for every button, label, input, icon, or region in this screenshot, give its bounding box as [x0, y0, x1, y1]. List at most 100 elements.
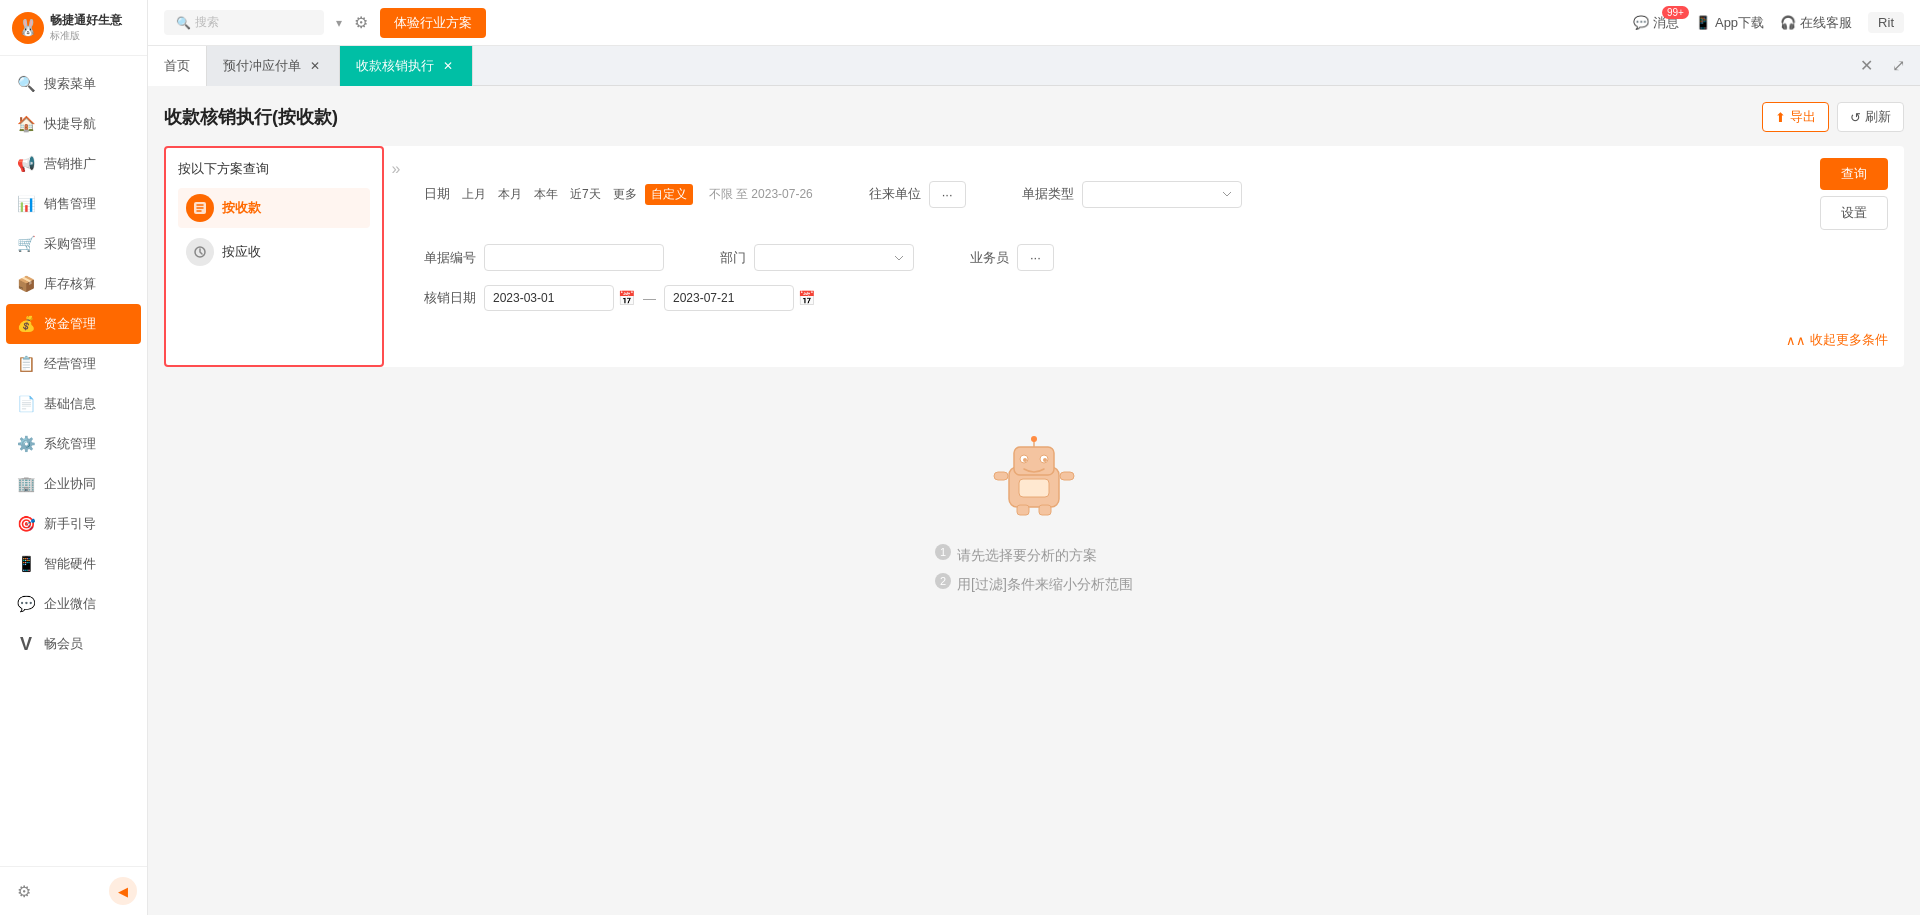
sidebar-item-guide[interactable]: 🎯 新手引导	[0, 504, 147, 544]
sidebar-item-finance[interactable]: 💰 资金管理	[6, 304, 141, 344]
marketing-icon: 📢	[16, 154, 36, 174]
tab-receipt-verify[interactable]: 收款核销执行 ✕	[340, 46, 473, 86]
empty-tip-2: 2 用[过滤]条件来缩小分析范围	[935, 572, 1133, 597]
filter-scheme-panel: 按以下方案查询 按收款 按应收	[164, 146, 384, 367]
collapse-more-icon: ∧∧	[1786, 333, 1806, 348]
partner-filter-field: 往来单位 ···	[869, 181, 966, 208]
settings-bottom-icon[interactable]: ⚙	[10, 877, 38, 905]
verify-date-start-group: 📅	[484, 285, 635, 311]
topbar-user-info[interactable]: Rit	[1868, 12, 1904, 33]
verify-date-end-input[interactable]	[664, 285, 794, 311]
sidebar-item-vip[interactable]: V 畅会员	[0, 624, 147, 664]
topbar-dropdown-arrow[interactable]: ▾	[336, 16, 342, 30]
search-icon: 🔍	[176, 16, 191, 30]
svg-rect-12	[1019, 479, 1049, 497]
partner-select-btn[interactable]: ···	[929, 181, 966, 208]
topbar-gear-icon[interactable]: ⚙	[354, 13, 368, 32]
search-icon: 🔍	[16, 74, 36, 94]
receipt-option-label: 按收款	[222, 199, 261, 217]
receivable-option-label: 按应收	[222, 243, 261, 261]
svg-rect-11	[1060, 472, 1074, 480]
date-last-month-btn[interactable]: 上月	[458, 184, 490, 205]
filter-collapse-button[interactable]: »	[384, 146, 408, 367]
svg-rect-10	[994, 472, 1008, 480]
sidebar-item-wechat[interactable]: 💬 企业微信	[0, 584, 147, 624]
order-type-select[interactable]	[1082, 181, 1242, 208]
date-7days-btn[interactable]: 近7天	[566, 184, 605, 205]
sidebar-item-smart-hw[interactable]: 📱 智能硬件	[0, 544, 147, 584]
step-1-num: 1	[935, 544, 951, 560]
sidebar-logo: 🐰 畅捷通好生意 标准版	[0, 0, 147, 56]
svg-rect-13	[1017, 505, 1029, 515]
close-tab-button[interactable]: ✕	[1852, 52, 1880, 80]
vip-icon: V	[16, 634, 36, 654]
inventory-icon: 📦	[16, 274, 36, 294]
sidebar-collapse-button[interactable]: ◀	[109, 877, 137, 905]
tabs-bar: 首页 预付冲应付单 ✕ 收款核销执行 ✕ ✕ ⤢	[148, 46, 1920, 86]
page-title: 收款核销执行(按收款)	[164, 105, 338, 129]
sidebar-item-quick-nav[interactable]: 🏠 快捷导航	[0, 104, 147, 144]
date-custom-btn[interactable]: 自定义	[645, 184, 693, 205]
order-type-label: 单据类型	[1022, 185, 1074, 203]
basic-info-icon: 📄	[16, 394, 36, 414]
tab-prepay[interactable]: 预付冲应付单 ✕	[207, 46, 340, 86]
staff-label: 业务员	[970, 249, 1009, 267]
sidebar: 🐰 畅捷通好生意 标准版 🔍 搜索菜单 🏠 快捷导航 📢 营销推广 📊 销售管理…	[0, 0, 148, 915]
staff-select-btn[interactable]: ···	[1017, 244, 1054, 271]
settings-button[interactable]: 设置	[1820, 196, 1888, 230]
topbar-message-button[interactable]: 💬 消息 99+	[1633, 14, 1679, 32]
topbar-search-box[interactable]: 🔍 搜索	[164, 10, 324, 35]
tab-receipt-verify-close[interactable]: ✕	[440, 58, 456, 74]
topbar-online-service[interactable]: 🎧 在线客服	[1780, 14, 1852, 32]
wechat-icon: 💬	[16, 594, 36, 614]
export-button[interactable]: ⬆ 导出	[1762, 102, 1829, 132]
query-button[interactable]: 查询	[1820, 158, 1888, 190]
date-this-year-btn[interactable]: 本年	[530, 184, 562, 205]
sidebar-item-sales[interactable]: 📊 销售管理	[0, 184, 147, 224]
filter-panel-title: 按以下方案查询	[178, 160, 370, 178]
order-no-input[interactable]	[484, 244, 664, 271]
dept-select[interactable]	[754, 244, 914, 271]
date-label: 日期	[424, 185, 450, 203]
filter-by-receivable[interactable]: 按应收	[178, 232, 370, 272]
sidebar-item-marketing[interactable]: 📢 营销推广	[0, 144, 147, 184]
sidebar-item-system[interactable]: ⚙️ 系统管理	[0, 424, 147, 464]
order-type-filter-field: 单据类型	[1022, 181, 1242, 208]
system-icon: ⚙️	[16, 434, 36, 454]
logo-text: 畅捷通好生意 标准版	[50, 12, 122, 43]
sidebar-item-basic-info[interactable]: 📄 基础信息	[0, 384, 147, 424]
step-2-num: 2	[935, 573, 951, 589]
sidebar-item-purchase[interactable]: 🛒 采购管理	[0, 224, 147, 264]
message-badge: 99+	[1662, 6, 1689, 19]
verify-date-end-group: 📅	[664, 285, 815, 311]
receipt-option-icon	[186, 194, 214, 222]
tab-prepay-close[interactable]: ✕	[307, 58, 323, 74]
refresh-icon: ↺	[1850, 110, 1861, 125]
main-area: 🔍 搜索 ▾ ⚙ 体验行业方案 💬 消息 99+ 📱 App下载 🎧 在线客服 …	[148, 0, 1920, 915]
sidebar-bottom: ⚙ ◀	[0, 866, 147, 915]
sidebar-item-search[interactable]: 🔍 搜索菜单	[0, 64, 147, 104]
collapse-more-btn[interactable]: ∧∧ 收起更多条件	[424, 325, 1888, 355]
verify-date-end-calendar-icon[interactable]: 📅	[798, 290, 815, 306]
logo-icon: 🐰	[12, 12, 44, 44]
sidebar-item-enterprise[interactable]: 🏢 企业协同	[0, 464, 147, 504]
service-icon: 🎧	[1780, 15, 1796, 30]
date-this-month-btn[interactable]: 本月	[494, 184, 526, 205]
filter-by-receipt[interactable]: 按收款	[178, 188, 370, 228]
verify-date-start-calendar-icon[interactable]: 📅	[618, 290, 635, 306]
expand-tab-button[interactable]: ⤢	[1884, 52, 1912, 80]
svg-point-9	[1031, 436, 1037, 442]
sidebar-nav: 🔍 搜索菜单 🏠 快捷导航 📢 营销推广 📊 销售管理 🛒 采购管理 📦 库存核…	[0, 56, 147, 866]
tab-home[interactable]: 首页	[148, 46, 207, 86]
finance-icon: 💰	[16, 314, 36, 334]
sidebar-item-inventory[interactable]: 📦 库存核算	[0, 264, 147, 304]
topbar-right: 💬 消息 99+ 📱 App下载 🎧 在线客服 Rit	[1633, 12, 1904, 33]
management-icon: 📋	[16, 354, 36, 374]
date-more-btn[interactable]: 更多	[609, 184, 641, 205]
solution-button[interactable]: 体验行业方案	[380, 8, 486, 38]
sidebar-item-management[interactable]: 📋 经营管理	[0, 344, 147, 384]
topbar-app-download[interactable]: 📱 App下载	[1695, 14, 1764, 32]
verify-date-start-input[interactable]	[484, 285, 614, 311]
refresh-button[interactable]: ↺ 刷新	[1837, 102, 1904, 132]
app-icon: 📱	[1695, 15, 1711, 30]
